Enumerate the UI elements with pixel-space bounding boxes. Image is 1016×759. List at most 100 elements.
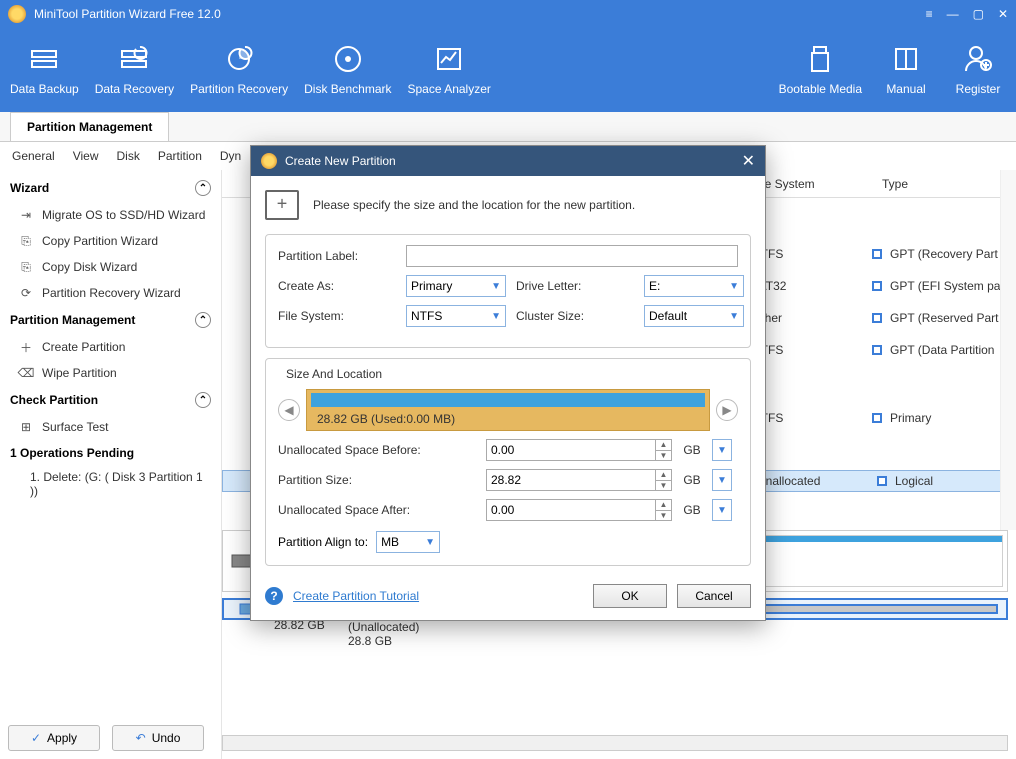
undo-button[interactable]: ↶Undo [112,725,204,751]
toolbar-label: Register [956,82,1001,96]
size-bar[interactable]: 28.82 GB (Used:0.00 MB) [306,389,710,431]
label-file-system: File System: [278,309,396,323]
spin-down-icon: ▼ [656,481,671,491]
book-icon [889,42,923,76]
maximize-icon[interactable]: ▢ [973,7,984,21]
align-select[interactable]: MB▼ [376,531,440,553]
space-after-input[interactable]: 0.00▲▼ [486,499,672,521]
disk-benchmark-button[interactable]: Disk Benchmark [296,34,399,106]
backup-icon [27,42,61,76]
toolbar-label: Data Recovery [95,82,174,96]
chevron-down-icon: ▼ [729,281,739,292]
toolbar-label: Bootable Media [779,82,862,96]
sidebar-header-pm[interactable]: Partition Management⌃ [8,306,213,334]
label-align: Partition Align to: [278,535,368,549]
main-toolbar: Data Backup Data Recovery Partition Reco… [0,28,1016,112]
sidebar-item-create-partition[interactable]: ＋Create Partition [8,334,213,360]
register-button[interactable]: Register [942,34,1014,106]
space-before-input[interactable]: 0.00▲▼ [486,439,672,461]
menu-general[interactable]: General [12,149,55,163]
data-backup-button[interactable]: Data Backup [2,34,87,106]
tab-partition-management[interactable]: Partition Management [10,112,169,141]
dialog-titlebar[interactable]: Create New Partition ✕ [251,146,765,176]
sidebar-item-surface-test[interactable]: ⊞Surface Test [8,414,213,440]
new-partition-icon [265,190,299,220]
minimize-icon[interactable]: — [947,7,959,21]
menu-dynamic[interactable]: Dyn [220,149,241,163]
space-analyzer-button[interactable]: Space Analyzer [400,34,499,106]
partition-size-input[interactable]: 28.82▲▼ [486,469,672,491]
pending-item[interactable]: 1. Delete: (G: ( Disk 3 Partition 1 )) [8,466,213,502]
size-location-title: Size And Location [282,367,386,381]
toolbar-label: Space Analyzer [408,82,491,96]
col-filesystem[interactable]: le System [752,177,872,191]
unit-select[interactable]: ▼ [712,499,732,521]
partition-recovery-button[interactable]: Partition Recovery [182,34,296,106]
drive-letter-select[interactable]: E:▼ [644,275,744,297]
copy-partition-icon: ⎘ [18,233,34,249]
horizontal-scrollbar[interactable] [222,735,1008,751]
vertical-scrollbar[interactable] [1000,170,1016,530]
sidebar-item-copy-disk[interactable]: ⎘Copy Disk Wizard [8,254,213,280]
sidebar-header-check[interactable]: Check Partition⌃ [8,386,213,414]
data-recovery-button[interactable]: Data Recovery [87,34,182,106]
help-icon[interactable]: ? [265,587,283,605]
nav-left-icon[interactable]: ◀ [278,399,300,421]
pending-header: 1 Operations Pending [8,440,213,466]
tutorial-link[interactable]: Create Partition Tutorial [293,589,419,603]
dialog-title: Create New Partition [285,154,742,168]
toolbar-label: Disk Benchmark [304,82,391,96]
col-type[interactable]: Type [872,177,1016,191]
nav-right-icon[interactable]: ▶ [716,399,738,421]
create-as-select[interactable]: Primary▼ [406,275,506,297]
spin-down-icon: ▼ [656,511,671,521]
bootable-media-button[interactable]: Bootable Media [771,34,870,106]
cancel-button[interactable]: Cancel [677,584,751,608]
sidebar-item-migrate[interactable]: ⇥Migrate OS to SSD/HD Wizard [8,202,213,228]
spin-up-icon: ▲ [656,500,671,511]
surface-icon: ⊞ [18,419,34,435]
dialog-close-icon[interactable]: ✕ [742,151,755,171]
label-space-before: Unallocated Space Before: [278,443,478,457]
toolbar-label: Manual [886,82,925,96]
ok-button[interactable]: OK [593,584,667,608]
label-partition-label: Partition Label: [278,249,396,263]
label-space-after: Unallocated Space After: [278,503,478,517]
chevron-down-icon: ▼ [729,311,739,322]
file-system-select[interactable]: NTFS▼ [406,305,506,327]
spin-up-icon: ▲ [656,440,671,451]
menu-view[interactable]: View [73,149,99,163]
cluster-size-select[interactable]: Default▼ [644,305,744,327]
partition-params: Partition Label: Create As: Primary▼ Dri… [265,234,751,348]
menu-partition[interactable]: Partition [158,149,202,163]
chevron-down-icon: ▼ [425,537,435,548]
recovery-icon [117,42,151,76]
benchmark-icon [331,42,365,76]
chevron-down-icon: ▼ [491,311,501,322]
sidebar-item-partition-recovery[interactable]: ⟳Partition Recovery Wizard [8,280,213,306]
size-location-group: Size And Location ◀ 28.82 GB (Used:0.00 … [265,358,751,566]
sidebar-item-wipe-partition[interactable]: ⌫Wipe Partition [8,360,213,386]
dialog-logo-icon [261,153,277,169]
space-analyzer-icon [432,42,466,76]
manual-button[interactable]: Manual [870,34,942,106]
tabstrip: Partition Management [0,112,1016,142]
app-logo-icon [8,5,26,23]
create-icon: ＋ [18,339,34,355]
chevron-up-icon: ⌃ [195,180,211,196]
menu-icon[interactable]: ≡ [926,7,933,21]
unit-select[interactable]: ▼ [712,469,732,491]
apply-button[interactable]: ✓Apply [8,725,100,751]
sidebar-item-copy-partition[interactable]: ⎘Copy Partition Wizard [8,228,213,254]
unit-select[interactable]: ▼ [712,439,732,461]
close-icon[interactable]: ✕ [998,7,1008,21]
partition-label-input[interactable] [406,245,738,267]
sidebar-header-wizard[interactable]: Wizard⌃ [8,174,213,202]
label-drive-letter: Drive Letter: [516,279,634,293]
menu-disk[interactable]: Disk [117,149,140,163]
toolbar-label: Partition Recovery [190,82,288,96]
titlebar: MiniTool Partition Wizard Free 12.0 ≡ — … [0,0,1016,28]
label-partition-size: Partition Size: [278,473,478,487]
spin-down-icon: ▼ [656,451,671,461]
copy-disk-icon: ⎘ [18,259,34,275]
